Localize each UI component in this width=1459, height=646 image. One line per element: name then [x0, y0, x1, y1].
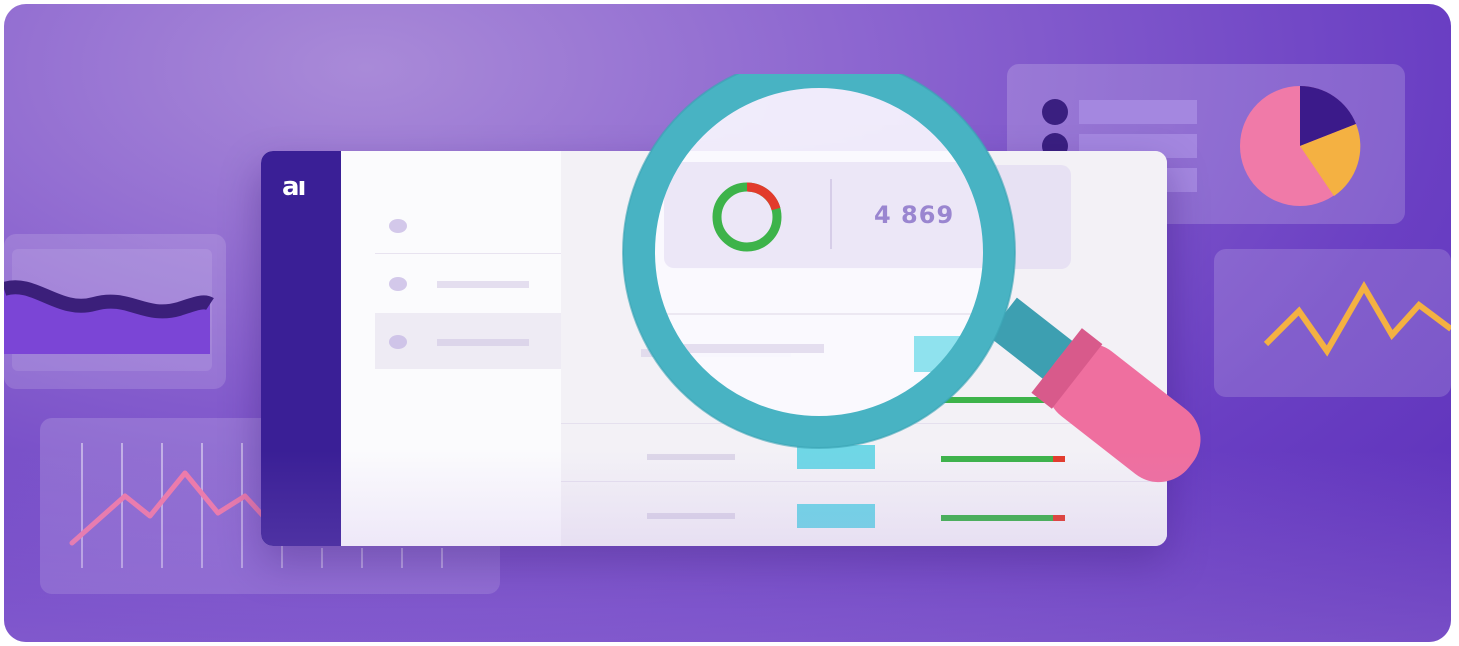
total-count-value: 4 869 — [874, 201, 955, 229]
logo-icon: aı — [282, 172, 307, 202]
app-sidebar — [261, 151, 341, 546]
donut-chart-icon — [712, 182, 782, 252]
nav-item-1[interactable] — [389, 219, 407, 233]
pie-chart-icon — [1240, 85, 1361, 206]
zigzag-line-icon — [1263, 281, 1451, 357]
wave-chart-card — [4, 234, 226, 389]
wave-chart-icon — [4, 249, 214, 371]
nav-panel — [341, 151, 561, 546]
nav-item-2[interactable] — [389, 277, 407, 291]
magnifying-glass-icon — [622, 74, 1201, 483]
zigzag-chart-card — [1214, 249, 1451, 397]
illustration-frame: aı 4 869 — [4, 4, 1451, 642]
